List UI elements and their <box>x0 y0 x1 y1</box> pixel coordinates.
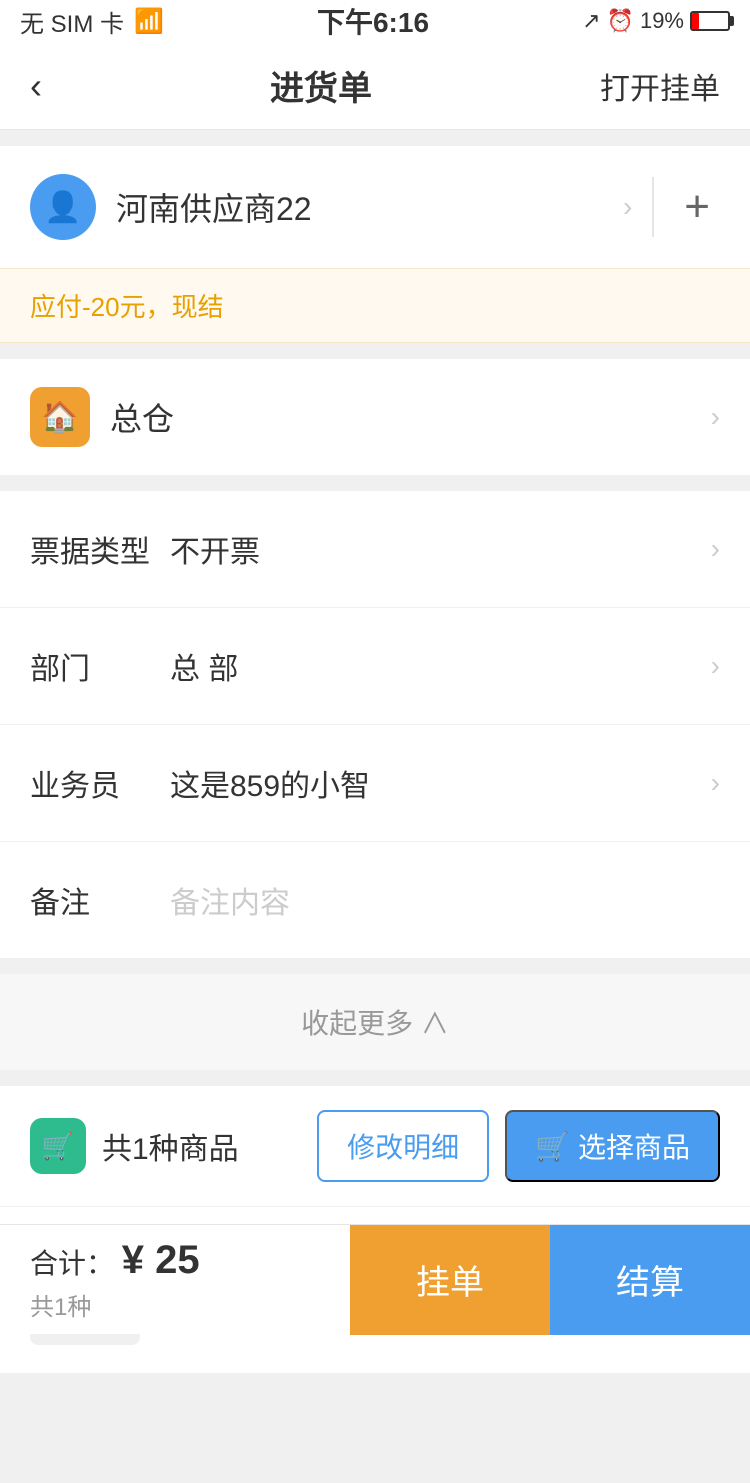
sales-chevron-icon: › <box>711 767 720 799</box>
select-product-button[interactable]: 🛒 选择商品 <box>505 1110 720 1182</box>
alarm-icon: ⏰ <box>607 8 634 34</box>
select-product-icon: 🛒 <box>535 1130 570 1163</box>
open-hang-button[interactable]: 打开挂单 <box>600 64 720 108</box>
notice-bar: 应付-20元，现结 <box>0 268 750 343</box>
products-count: 共1种商品 <box>102 1124 317 1168</box>
supplier-divider <box>652 177 654 237</box>
remark-row[interactable]: 备注 备注内容 <box>0 842 750 958</box>
hang-button[interactable]: 挂单 <box>350 1225 550 1335</box>
products-icon: 🛒 <box>30 1118 86 1174</box>
warehouse-row[interactable]: 🏠 总仓 › <box>0 359 750 475</box>
form-section: 票据类型 不开票 › 部门 总 部 › 业务员 这是859的小智 › 备注 备注… <box>0 491 750 958</box>
settle-label: 结算 <box>616 1255 684 1304</box>
total-label: 合计： <box>30 1248 114 1279</box>
collapse-row[interactable]: 收起更多 ∧ <box>0 974 750 1070</box>
dept-chevron-icon: › <box>711 650 720 682</box>
remark-label: 备注 <box>30 878 170 922</box>
back-button[interactable]: ‹ <box>30 65 42 107</box>
settle-button[interactable]: 结算 <box>550 1225 750 1335</box>
page-title: 进货单 <box>270 61 372 110</box>
sales-value: 这是859的小智 <box>170 761 711 805</box>
warehouse-icon: 🏠 <box>30 387 90 447</box>
invoice-chevron-icon: › <box>711 533 720 565</box>
time-display: 下午6:16 <box>317 1 429 41</box>
total-count: 共1种 <box>30 1287 320 1322</box>
nav-bar: ‹ 进货单 打开挂单 <box>0 42 750 130</box>
dept-label: 部门 <box>30 644 170 688</box>
invoice-row[interactable]: 票据类型 不开票 › <box>0 491 750 608</box>
invoice-label: 票据类型 <box>30 527 170 571</box>
total-section: 合计： ¥ 25 共1种 <box>0 1238 350 1322</box>
collapse-label: 收起更多 ∧ <box>301 1008 449 1039</box>
status-right: ↗ ⏰ 19% <box>582 8 730 34</box>
products-header: 🛒 共1种商品 修改明细 🛒 选择商品 <box>0 1086 750 1207</box>
warehouse-name: 总仓 <box>110 394 711 440</box>
bottom-spacer <box>0 1373 750 1483</box>
battery-percent: 19% <box>640 8 684 34</box>
warehouse-chevron-icon: › <box>711 401 720 433</box>
remark-input[interactable]: 备注内容 <box>170 878 720 922</box>
status-left: 无 SIM 卡 📶 <box>20 4 164 39</box>
supplier-chevron-icon: › <box>623 191 632 223</box>
dept-value: 总 部 <box>170 644 711 688</box>
status-bar: 无 SIM 卡 📶 下午6:16 ↗ ⏰ 19% <box>0 0 750 42</box>
dept-row[interactable]: 部门 总 部 › <box>0 608 750 725</box>
warehouse-section: 🏠 总仓 › <box>0 359 750 475</box>
supplier-row[interactable]: 👤 河南供应商22 › + <box>0 146 750 268</box>
supplier-name: 河南供应商22 <box>116 184 623 230</box>
hang-label: 挂单 <box>416 1255 484 1304</box>
edit-detail-button[interactable]: 修改明细 <box>317 1110 489 1182</box>
total-amount: ¥ 25 <box>122 1238 200 1282</box>
invoice-value: 不开票 <box>170 527 711 571</box>
supplier-avatar: 👤 <box>30 174 96 240</box>
bottom-bar: 合计： ¥ 25 共1种 挂单 结算 <box>0 1224 750 1334</box>
add-supplier-button[interactable]: + <box>674 182 720 232</box>
notice-text: 应付-20元，现结 <box>30 292 224 322</box>
supplier-section: 👤 河南供应商22 › + 应付-20元，现结 <box>0 146 750 343</box>
sales-row[interactable]: 业务员 这是859的小智 › <box>0 725 750 842</box>
select-product-label: 选择商品 <box>578 1126 690 1166</box>
wifi-icon: 📶 <box>134 7 164 36</box>
battery-icon <box>690 11 730 31</box>
divider <box>0 130 750 146</box>
gps-icon: ↗ <box>582 8 600 34</box>
sales-label: 业务员 <box>30 761 170 805</box>
sim-status: 无 SIM 卡 <box>20 4 124 39</box>
